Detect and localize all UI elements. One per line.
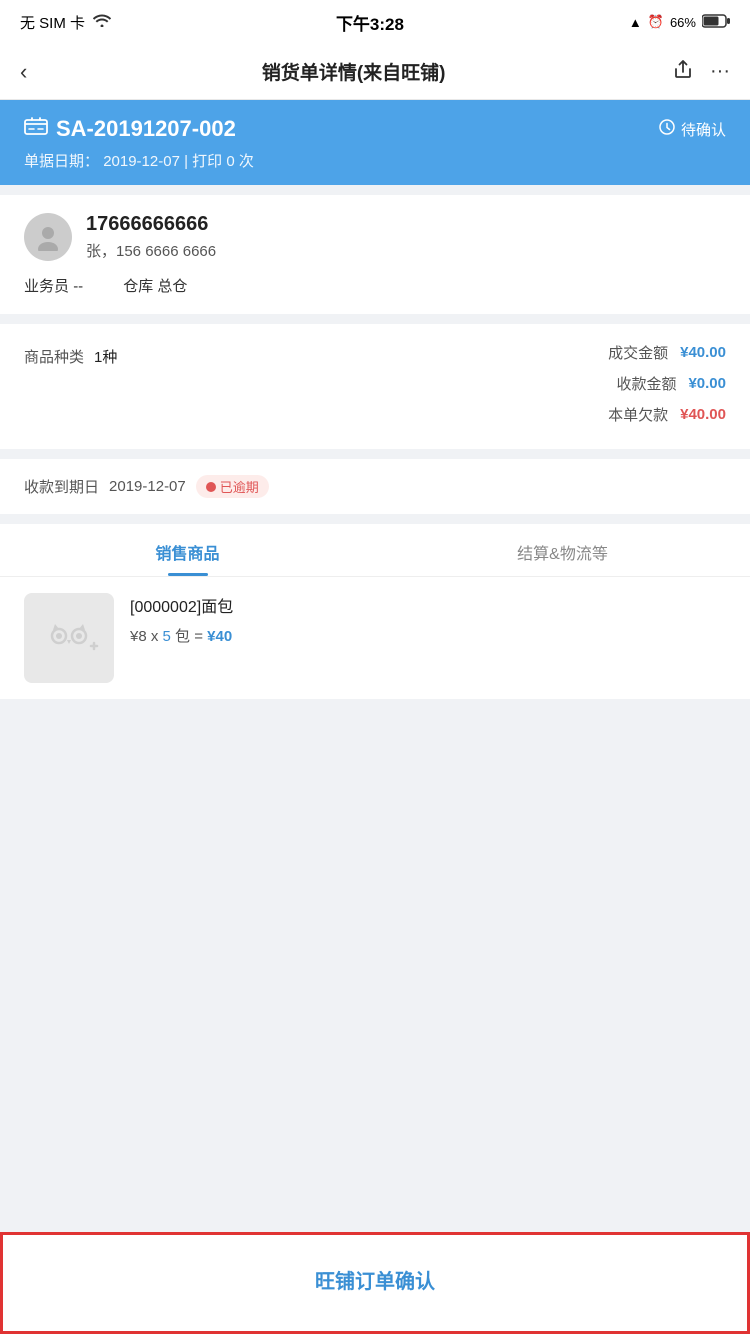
owed-value: ¥40.00 [680, 406, 726, 423]
status-bar-left: 无 SIM 卡 [20, 12, 111, 33]
due-date-value: 2019-12-07 [109, 478, 186, 495]
received-value: ¥0.00 [688, 375, 726, 392]
amount-section: 商品种类 1种 成交金额 ¥40.00 收款金额 ¥0.00 本单欠款 ¥40.… [0, 324, 750, 449]
location-icon: ▲ [629, 15, 642, 30]
product-calc: ¥8 x 5 包 = ¥40 [130, 625, 726, 646]
avatar [24, 213, 72, 261]
order-icon [24, 116, 48, 142]
date-separator: | [184, 153, 192, 170]
warehouse-label: 仓库 [123, 278, 153, 295]
order-id: SA-20191207-002 [24, 116, 236, 142]
customer-info: 17666666666 张，156 6666 6666 [86, 213, 216, 261]
order-status-text: 待确认 [681, 119, 726, 140]
type-label: 商品种类 [24, 346, 84, 367]
order-id-text: SA-20191207-002 [56, 116, 236, 142]
product-thumbnail [24, 593, 114, 683]
customer-sub: 张，156 6666 6666 [86, 240, 216, 261]
customer-phone: 17666666666 [86, 213, 216, 236]
tabs-section: 销售商品 结算&物流等 [0, 524, 750, 699]
tab-sales-products[interactable]: 销售商品 [0, 524, 375, 576]
status-clock-icon [659, 119, 675, 139]
customer-section: 17666666666 张，156 6666 6666 业务员 -- 仓库 总仓 [0, 195, 750, 314]
status-bar-right: ▲ ⏰ 66% [629, 14, 730, 31]
confirm-order-button[interactable]: 旺铺订单确认 [27, 1251, 723, 1307]
owed-label: 本单欠款 [608, 404, 668, 425]
more-icon[interactable]: ··· [710, 60, 730, 83]
overdue-badge: 已逾期 [196, 475, 269, 498]
product-list: [0000002]面包 ¥8 x 5 包 = ¥40 [0, 577, 750, 699]
customer-header: 17666666666 张，156 6666 6666 [24, 213, 726, 261]
due-date-section: 收款到期日 2019-12-07 已逾期 [0, 459, 750, 514]
type-value: 1种 [94, 346, 117, 367]
order-banner: SA-20191207-002 待确认 单据日期： 2019-12-07 | 打… [0, 100, 750, 185]
page-title: 销货单详情(来自旺铺) [35, 58, 672, 85]
wifi-icon [93, 13, 111, 31]
overdue-text: 已逾期 [220, 477, 259, 496]
nav-actions: ··· [672, 58, 730, 86]
nav-bar: ‹ 销货单详情(来自旺铺) ··· [0, 44, 750, 100]
owed-amount-row: 本单欠款 ¥40.00 [608, 404, 726, 425]
print-text: 打印 0 次 [192, 153, 254, 170]
alarm-icon: ⏰ [648, 14, 664, 30]
product-item: [0000002]面包 ¥8 x 5 包 = ¥40 [24, 593, 726, 683]
warehouse-field: 仓库 总仓 [123, 275, 187, 296]
sales-field: 业务员 -- [24, 275, 83, 296]
deal-label: 成交金额 [608, 342, 668, 363]
customer-meta: 业务员 -- 仓库 总仓 [24, 275, 726, 296]
received-label: 收款金额 [616, 373, 676, 394]
overdue-dot-icon [206, 482, 216, 492]
sales-label: 业务员 [24, 278, 69, 295]
status-bar-time: 下午3:28 [336, 10, 404, 35]
order-date-row: 单据日期： 2019-12-07 | 打印 0 次 [24, 150, 726, 171]
amount-right: 成交金额 ¥40.00 收款金额 ¥0.00 本单欠款 ¥40.00 [608, 342, 726, 431]
status-bar: 无 SIM 卡 下午3:28 ▲ ⏰ 66% [0, 0, 750, 44]
tab-settlement-logistics[interactable]: 结算&物流等 [375, 524, 750, 576]
share-icon[interactable] [672, 58, 694, 86]
confirm-button-wrap: 旺铺订单确认 [0, 1232, 750, 1334]
product-info: [0000002]面包 ¥8 x 5 包 = ¥40 [130, 593, 726, 646]
footer-area [0, 699, 750, 939]
date-label: 单据日期： [24, 153, 99, 170]
battery-text: 66% [670, 15, 696, 30]
deal-amount-row: 成交金额 ¥40.00 [608, 342, 726, 363]
due-date-label: 收款到期日 [24, 476, 99, 497]
received-amount-row: 收款金额 ¥0.00 [616, 373, 726, 394]
tabs-header: 销售商品 结算&物流等 [0, 524, 750, 577]
sales-value: -- [73, 278, 83, 295]
back-button[interactable]: ‹ [20, 55, 35, 89]
order-date: 2019-12-07 [103, 153, 180, 170]
deal-value: ¥40.00 [680, 344, 726, 361]
carrier-text: 无 SIM 卡 [20, 12, 85, 33]
warehouse-value: 总仓 [157, 278, 187, 295]
order-banner-top: SA-20191207-002 待确认 [24, 116, 726, 142]
product-name: [0000002]面包 [130, 593, 726, 617]
order-status: 待确认 [659, 119, 726, 140]
battery-icon [702, 14, 730, 31]
